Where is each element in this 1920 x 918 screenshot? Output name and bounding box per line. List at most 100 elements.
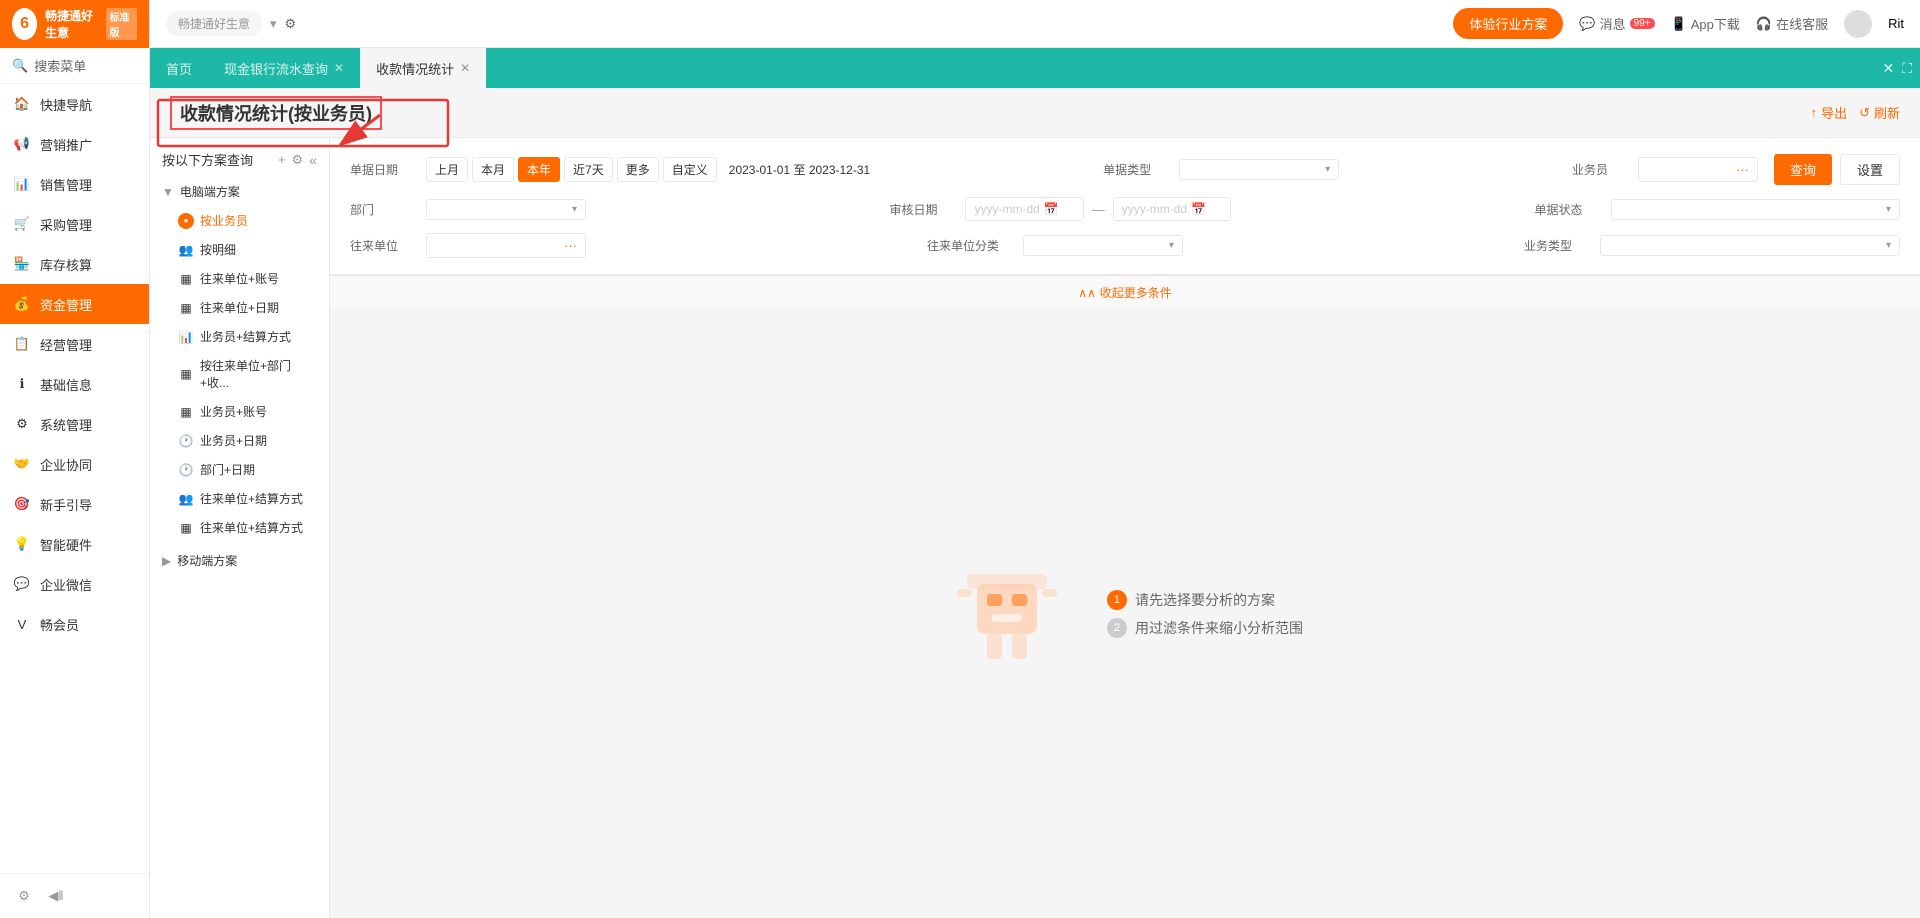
sidebar-item-basic[interactable]: ℹ 基础信息 [0,364,149,404]
scheme-by-salesman-settle[interactable]: 📊 业务员+结算方式 [150,322,329,351]
scheme-by-unit-date[interactable]: ▦ 往来单位+日期 [150,293,329,322]
user-name: Rit [1888,16,1904,31]
date-btn-last-month[interactable]: 上月 [426,157,468,182]
sidebar-item-finance[interactable]: 💰 资金管理 [0,284,149,324]
by-unit-account-label: 往来单位+账号 [200,270,279,287]
desktop-group-title[interactable]: ▼ 电脑端方案 [150,177,329,206]
newbie-label: 新手引导 [40,495,92,514]
basic-icon: ℹ [12,374,32,394]
mobile-group-title[interactable]: ▶ 移动端方案 [150,546,329,575]
sidebar-item-inventory[interactable]: 🏪 库存核算 [0,244,149,284]
marketing-icon: 📢 [12,134,32,154]
right-content: 单据日期 上月 本月 本年 近7天 更多 自定义 2023-01-01 至 20… [330,138,1920,918]
sidebar-item-vip[interactable]: V 畅会员 [0,604,149,644]
review-date-end-input[interactable]: yyyy-mm-dd 📅 [1113,197,1231,221]
panel-group-mobile: ▶ 移动端方案 [150,546,329,575]
app-download-action[interactable]: 📱 App下载 [1671,14,1740,33]
sidebar-item-purchase[interactable]: 🛒 采购管理 [0,204,149,244]
date-btn-this-month[interactable]: 本月 [472,157,514,182]
partner-type-select[interactable]: ▾ [1023,235,1183,256]
date-btn-7days[interactable]: 近7天 [564,157,613,182]
scheme-by-salesman-date[interactable]: 🕐 业务员+日期 [150,426,329,455]
scheme-by-salesman[interactable]: ● 按业务员 [150,206,329,235]
by-salesman-label: 按业务员 [200,212,248,229]
tab-bank[interactable]: 现金银行流水查询 ✕ [208,48,360,88]
scheme-by-unit-settle1[interactable]: 👥 往来单位+结算方式 [150,484,329,513]
query-button[interactable]: 查询 [1774,154,1832,185]
export-button[interactable]: ↑ 导出 [1811,103,1848,122]
business-type-arrow-icon: ▾ [1886,240,1891,251]
collapse-bar[interactable]: ∧∧ 收起更多条件 [330,275,1920,309]
partner-more-icon[interactable]: ··· [564,238,577,253]
tab-collection-close-icon[interactable]: ✕ [460,61,470,75]
user-avatar[interactable] [1844,10,1872,38]
sidebar-item-operations[interactable]: 📋 经营管理 [0,324,149,364]
basic-label: 基础信息 [40,375,92,394]
tab-close-all-icon[interactable]: ✕ [1882,60,1894,77]
dept-select[interactable]: ▾ [426,199,586,220]
refresh-button[interactable]: ↺ 刷新 [1859,103,1900,122]
doc-status-select[interactable]: ▾ [1611,199,1900,220]
inventory-icon: 🏪 [12,254,32,274]
by-dept-date-label: 部门+日期 [200,461,255,478]
sidebar-item-hardware[interactable]: 💡 智能硬件 [0,524,149,564]
finance-icon: 💰 [12,294,32,314]
sidebar-item-sales[interactable]: 📊 销售管理 [0,164,149,204]
scheme-by-salesman-account[interactable]: ▦ 业务员+账号 [150,397,329,426]
add-scheme-icon[interactable]: + [278,152,286,168]
settings-bottom-icon[interactable]: ⚙ [12,884,36,908]
mobile-group-label: 移动端方案 [177,552,237,569]
tab-maximize-icon[interactable]: ⛶ [1902,60,1912,77]
message-action[interactable]: 💬 消息 99+ [1579,14,1654,33]
quicknav-label: 快捷导航 [40,95,92,114]
scheme-by-unit-account[interactable]: ▦ 往来单位+账号 [150,264,329,293]
sidebar-item-system[interactable]: ⚙ 系统管理 [0,404,149,444]
topbar-settings-icon[interactable]: ⚙ [285,16,297,32]
step-1-text: 请先选择要分析的方案 [1135,590,1275,610]
collapse-sidebar-icon[interactable]: ◀‖ [44,884,68,908]
sidebar-item-company[interactable]: 🤝 企业协同 [0,444,149,484]
salesman-select[interactable]: ··· [1638,157,1758,182]
partner-select[interactable]: ··· [426,233,586,258]
sidebar-item-newbie[interactable]: 🎯 新手引导 [0,484,149,524]
by-salesman-settle-icon: 📊 [178,329,194,345]
trial-button[interactable]: 体验行业方案 [1453,8,1563,39]
date-btn-this-year[interactable]: 本年 [518,157,560,182]
doc-type-select[interactable]: ▾ [1179,159,1339,180]
page-actions: ↑ 导出 ↺ 刷新 [1811,103,1900,122]
sidebar-search-item[interactable]: 🔍 搜索菜单 [0,48,149,84]
partner-type-label: 往来单位分类 [927,237,1007,254]
tab-home[interactable]: 首页 [150,48,208,88]
tab-collection[interactable]: 收款情况统计 ✕ [360,48,486,88]
sidebar-item-quicknav[interactable]: 🏠 快捷导航 [0,84,149,124]
breadcrumb-dropdown-icon[interactable]: ▾ [270,16,277,32]
tab-home-label: 首页 [166,59,192,78]
left-panel-header: 按以下方案查询 + ⚙ « [150,150,329,177]
date-filter-label: 单据日期 [350,161,410,178]
date-btn-more[interactable]: 更多 [617,157,659,182]
business-type-select[interactable]: ▾ [1600,235,1900,256]
left-panel: 按以下方案查询 + ⚙ « ▼ 电脑端方案 ● 按业务员 👥 [150,138,330,918]
scheme-by-detail[interactable]: 👥 按明细 [150,235,329,264]
salesman-more-icon[interactable]: ··· [1736,162,1749,177]
tab-bank-close-icon[interactable]: ✕ [334,61,344,75]
operations-icon: 📋 [12,334,32,354]
business-type-label: 业务类型 [1524,237,1584,254]
scheme-by-unit-settle2[interactable]: ▦ 往来单位+结算方式 [150,513,329,542]
newbie-icon: 🎯 [12,494,32,514]
scheme-by-dept-date[interactable]: 🕐 部门+日期 [150,455,329,484]
scheme-by-unit-dept-collect[interactable]: ▦ 按往来单位+部门+收... [150,351,329,397]
setting-button[interactable]: 设置 [1840,154,1900,185]
desktop-group-arrow: ▼ [162,185,174,199]
sidebar-item-wechat[interactable]: 💬 企业微信 [0,564,149,604]
review-date-label: 审核日期 [889,201,949,218]
sidebar-bottom: ⚙ ◀‖ [0,873,149,918]
date-btn-custom[interactable]: 自定义 [663,157,717,182]
date-buttons-group: 上月 本月 本年 近7天 更多 自定义 2023-01-01 至 2023-12… [426,157,870,182]
step-2: 2 用过滤条件来缩小分析范围 [1107,618,1303,638]
scheme-settings-icon[interactable]: ⚙ [292,152,304,168]
online-service-action[interactable]: 🎧 在线客服 [1756,14,1828,33]
review-date-start-input[interactable]: yyyy-mm-dd 📅 [965,197,1083,221]
collapse-panel-icon[interactable]: « [309,152,317,168]
sidebar-item-marketing[interactable]: 📢 营销推广 [0,124,149,164]
